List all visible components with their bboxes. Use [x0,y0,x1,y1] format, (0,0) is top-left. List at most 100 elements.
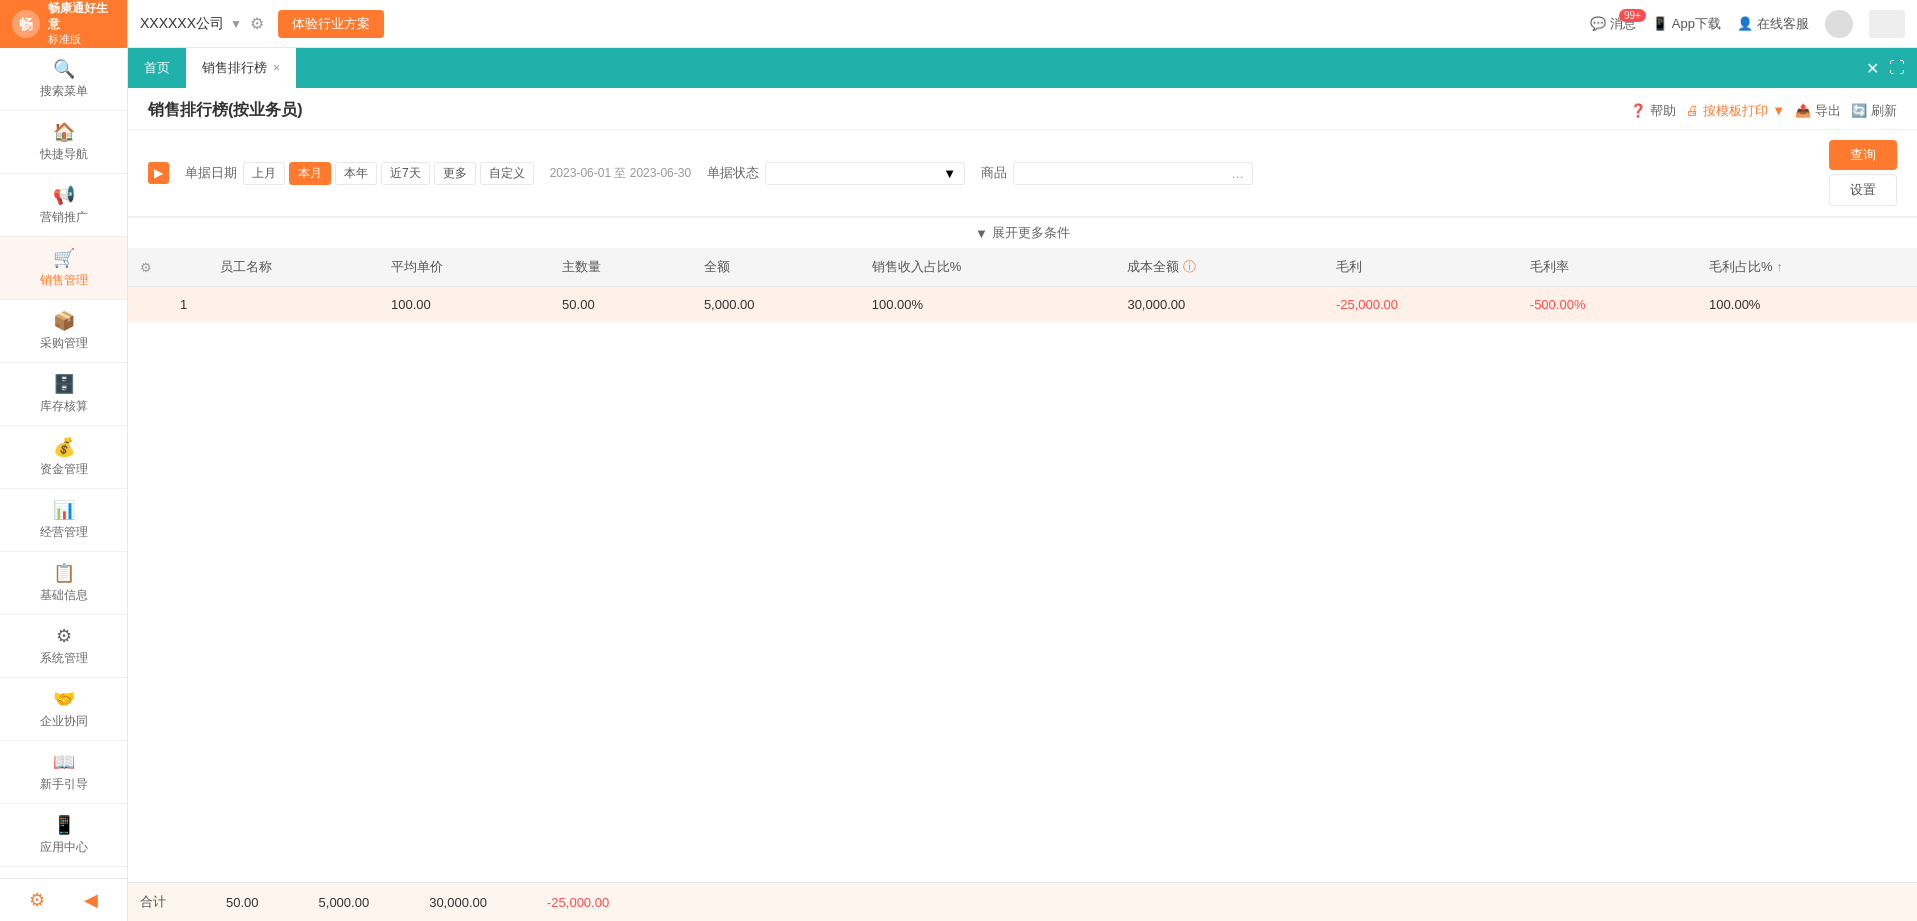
td-name [208,287,379,323]
table-footer: 合计 50.00 5,000.00 30,000.00 -25,000.00 [128,882,1917,921]
refresh-button[interactable]: 🔄 刷新 [1851,102,1897,120]
sidebar-item-purchase[interactable]: 📦 采购管理 [0,300,127,363]
main-area: XXXXXX公司 ▼ ⚙ 体验行业方案 💬 消息 99+ 📱 App下载 👤 在… [128,0,1917,921]
message-icon: 💬 [1590,16,1606,31]
tabbar: 首页 销售排行榜 × ✕ ⛶ [128,48,1917,88]
sidebar-item-apps-label: 应用中心 [40,839,88,856]
footer-amount: 5,000.00 [319,895,370,910]
avatar[interactable] [1825,10,1853,38]
sidebar-item-sales[interactable]: 🛒 销售管理 [0,237,127,300]
filter-goods-label: 商品 [981,164,1007,182]
footer-cost: 30,000.00 [429,895,487,910]
sidebar-item-operations[interactable]: 📊 经营管理 [0,489,127,552]
filter-expand-arrow[interactable]: ▶ [148,162,169,184]
logo-icon: 畅 [10,8,42,40]
topbar-gear-icon[interactable]: ⚙ [250,14,264,33]
tab-maximize-icon[interactable]: ⛶ [1889,59,1905,77]
sidebar-item-quick[interactable]: 🏠 快捷导航 [0,111,127,174]
footer-label: 合计 [140,893,166,911]
settings-bottom-icon[interactable]: ⚙ [29,889,45,911]
td-avg-price: 100.00 [379,287,550,323]
goods-select-dots[interactable]: … [1231,166,1244,181]
sales-icon: 🛒 [53,247,75,269]
sidebar-bottom: ⚙ ◀ [0,878,127,921]
tab-sales-ranking[interactable]: 销售排行榜 × [186,48,296,88]
sidebar-item-guide-label: 新手引导 [40,776,88,793]
sidebar-item-enterprise[interactable]: 🤝 企业协同 [0,678,127,741]
th-gross-pct: 毛利占比% ↑ [1697,248,1917,287]
date-btn-more[interactable]: 更多 [434,162,476,185]
print-arrow-icon: ▼ [1772,103,1785,118]
date-btn-this-year[interactable]: 本年 [335,162,377,185]
apps-icon: 📱 [53,814,75,836]
sidebar-item-search[interactable]: 🔍 搜索菜单 [0,48,127,111]
sidebar-item-basic[interactable]: 📋 基础信息 [0,552,127,615]
trial-button[interactable]: 体验行业方案 [278,10,384,38]
page-actions: ❓ 帮助 🖨 按模板打印 ▼ 📤 导出 🔄 刷新 [1630,102,1897,120]
export-icon: 📤 [1795,103,1811,118]
th-qty: 主数量 [550,248,692,287]
company-selector[interactable]: XXXXXX公司 ▼ [140,15,242,33]
query-button[interactable]: 查询 [1829,140,1897,170]
date-btn-custom[interactable]: 自定义 [480,162,534,185]
content: 销售排行榜(按业务员) ❓ 帮助 🖨 按模板打印 ▼ 📤 导出 🔄 刷新 [128,88,1917,921]
table-header-row: ⚙ 员工名称 平均单价 主数量 全额 销售收入占比% 成本全额 ⓘ 毛利 毛利率 [128,248,1917,287]
date-btn-last-month[interactable]: 上月 [243,162,285,185]
svg-text:畅: 畅 [19,16,33,32]
message-badge: 99+ [1619,9,1646,22]
expand-more-btn[interactable]: ▼ 展开更多条件 [128,217,1917,248]
home-icon: 🏠 [53,121,75,143]
goods-select[interactable]: … [1013,162,1253,185]
tab-close-window-icon[interactable]: ✕ [1866,59,1879,78]
tab-right-icons: ✕ ⛶ [1866,59,1917,78]
settings-button[interactable]: 设置 [1829,174,1897,206]
help-icon: ❓ [1630,103,1646,118]
service-icon: 👤 [1737,16,1753,31]
online-service-button[interactable]: 👤 在线客服 [1737,15,1809,33]
th-settings[interactable]: ⚙ [128,248,168,287]
operations-icon: 📊 [53,499,75,521]
table-settings-icon[interactable]: ⚙ [140,260,152,275]
message-button[interactable]: 💬 消息 99+ [1590,15,1636,33]
sidebar-item-basic-label: 基础信息 [40,587,88,604]
sidebar-item-wechat[interactable]: 💬 企业微信 [0,867,127,878]
sidebar-item-marketing[interactable]: 📢 营销推广 [0,174,127,237]
sidebar-item-sales-label: 销售管理 [40,272,88,289]
print-button[interactable]: 🖨 按模板打印 ▼ [1686,102,1785,120]
tab-close-icon[interactable]: × [273,61,280,75]
export-button[interactable]: 📤 导出 [1795,102,1841,120]
help-button[interactable]: ❓ 帮助 [1630,102,1676,120]
status-select-arrow-icon: ▼ [943,166,956,181]
sidebar-nav: 🔍 搜索菜单 🏠 快捷导航 📢 营销推广 🛒 销售管理 📦 采购管理 🗄️ 库存… [0,48,127,878]
expand-more-icon: ▼ [975,226,988,241]
sidebar-item-inventory-label: 库存核算 [40,398,88,415]
sidebar-item-inventory[interactable]: 🗄️ 库存核算 [0,363,127,426]
footer-amount-group: 5,000.00 [319,895,370,910]
sidebar-item-guide[interactable]: 📖 新手引导 [0,741,127,804]
th-gross-rate: 毛利率 [1518,248,1697,287]
company-arrow-icon: ▼ [230,17,242,31]
date-btn-7days[interactable]: 近7天 [381,162,430,185]
tab-home[interactable]: 首页 [128,48,186,88]
sidebar-item-system[interactable]: ⚙ 系统管理 [0,615,127,678]
topbar-right: 💬 消息 99+ 📱 App下载 👤 在线客服 [1590,10,1905,38]
th-sales-pct: 销售收入占比% [860,248,1116,287]
sidebar-logo: 畅 畅康通好生意 标准版 [0,0,127,48]
footer-cost-group: 30,000.00 [429,895,487,910]
sidebar-item-enterprise-label: 企业协同 [40,713,88,730]
sidebar-item-finance[interactable]: 💰 资金管理 [0,426,127,489]
finance-icon: 💰 [53,436,75,458]
sidebar-item-apps[interactable]: 📱 应用中心 [0,804,127,867]
status-select[interactable]: ▼ [765,162,965,185]
basic-icon: 📋 [53,562,75,584]
th-gross: 毛利 [1324,248,1518,287]
td-rank: 1 [168,287,208,323]
system-icon: ⚙ [56,625,72,647]
collapse-icon[interactable]: ◀ [84,889,98,911]
td-gross-rate: -500.00% [1518,287,1697,323]
date-btn-current-month[interactable]: 本月 [289,162,331,185]
refresh-icon: 🔄 [1851,103,1867,118]
app-download-button[interactable]: 📱 App下载 [1652,15,1721,33]
print-label: 按模板打印 [1703,102,1768,120]
user-menu[interactable] [1869,10,1905,38]
